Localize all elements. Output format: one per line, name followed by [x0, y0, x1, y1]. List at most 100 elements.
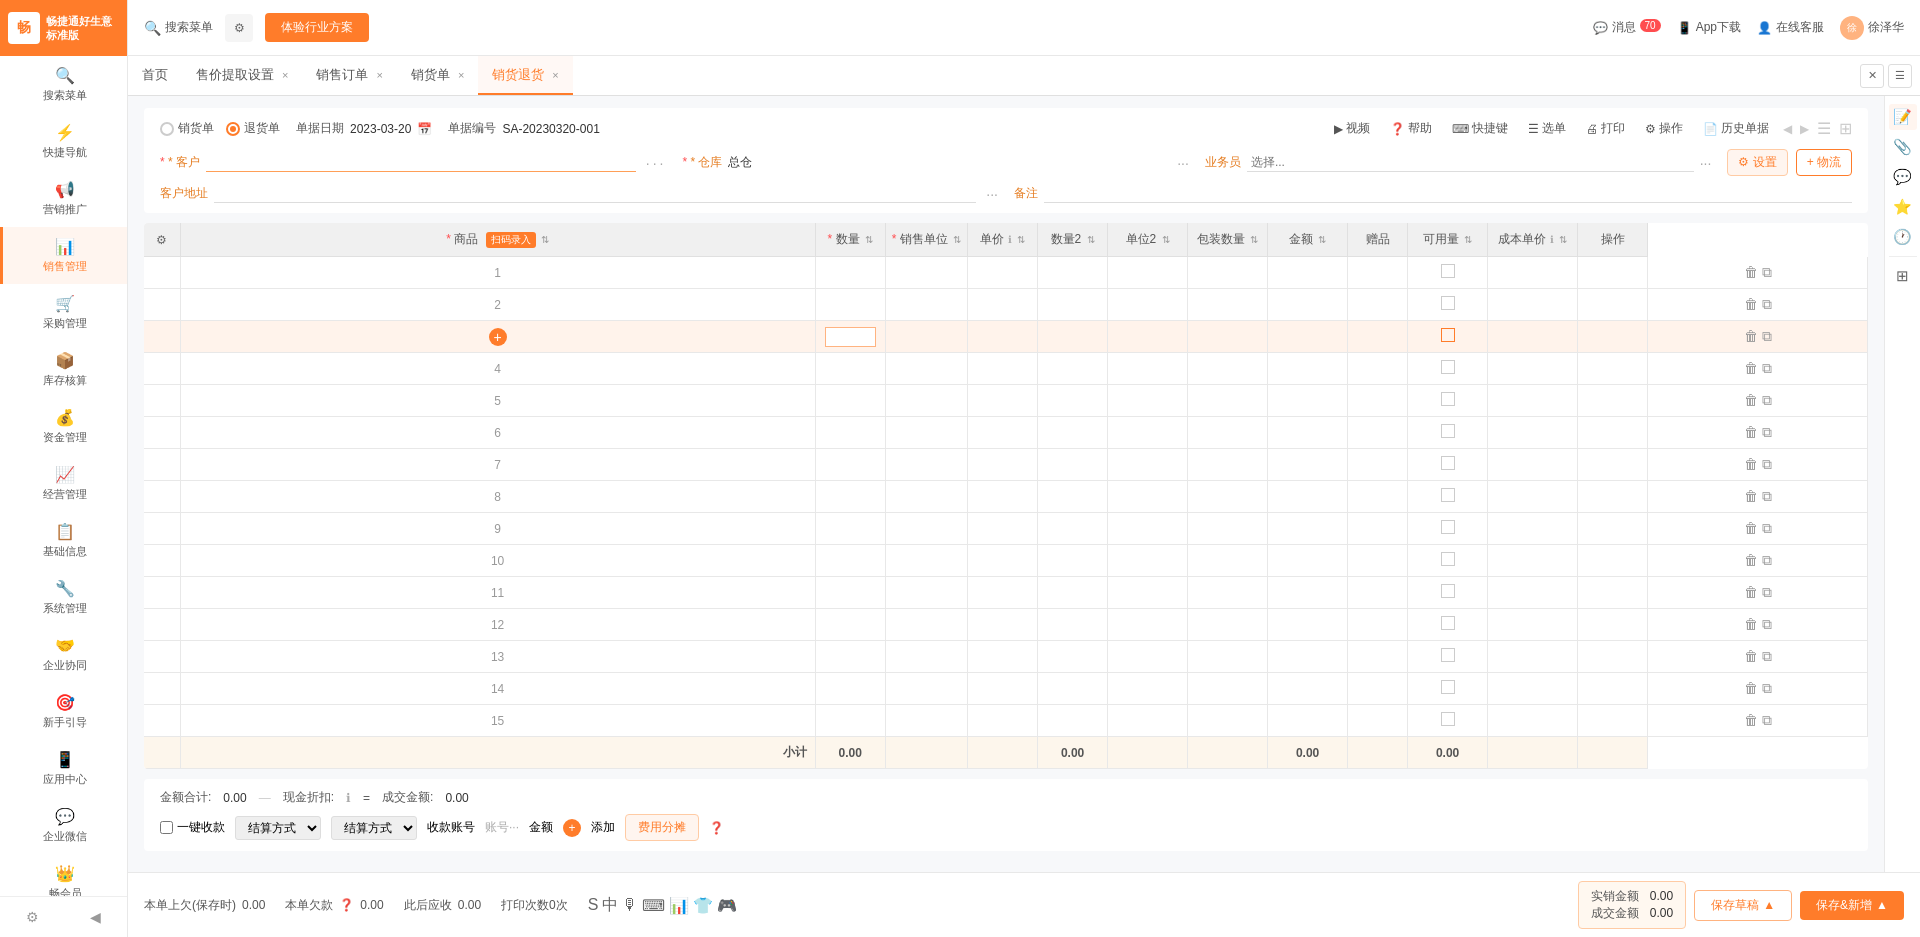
toolbar-icon-6[interactable]: 👕: [693, 896, 713, 915]
cost-cell[interactable]: [1578, 545, 1648, 577]
pack-cell[interactable]: [1268, 513, 1348, 545]
available-cell[interactable]: [1488, 705, 1578, 737]
sidebar-item-finance[interactable]: 💰 资金管理: [0, 398, 127, 455]
delete-row-btn[interactable]: 🗑: [1744, 328, 1758, 344]
search-menu-btn[interactable]: 🔍 搜索菜单: [144, 19, 213, 36]
rs-btn-attachment[interactable]: 📎: [1889, 134, 1917, 160]
qty2-cell[interactable]: [1108, 353, 1188, 385]
action-print[interactable]: 🖨 打印: [1580, 118, 1631, 139]
customer-dots-btn[interactable]: ···: [646, 155, 667, 171]
qty-cell[interactable]: [885, 705, 967, 737]
qty2-cell[interactable]: [1108, 641, 1188, 673]
tab-sale-price[interactable]: 售价提取设置 ×: [182, 56, 302, 95]
customer-service-btn[interactable]: 👤 在线客服: [1757, 19, 1824, 36]
qty-cell[interactable]: [885, 289, 967, 321]
cost-cell[interactable]: [1578, 321, 1648, 353]
delete-row-btn[interactable]: 🗑: [1744, 680, 1758, 696]
rs-btn-note[interactable]: 📝: [1889, 104, 1917, 130]
toolbar-icon-2[interactable]: 中: [602, 895, 618, 916]
amount-cell[interactable]: [1348, 609, 1408, 641]
price-cell[interactable]: [1038, 513, 1108, 545]
sidebar-item-guide[interactable]: 🎯 新手引导: [0, 683, 127, 740]
price-cell[interactable]: [1038, 705, 1108, 737]
pack-cell[interactable]: [1268, 609, 1348, 641]
qty2-cell[interactable]: [1108, 673, 1188, 705]
account-select-btn[interactable]: 账号···: [485, 819, 519, 836]
sidebar-item-apps[interactable]: 📱 应用中心: [0, 740, 127, 797]
product-cell[interactable]: [815, 417, 885, 449]
fee-help-icon[interactable]: ❓: [709, 821, 724, 835]
cost-sort-icon[interactable]: ⇅: [1559, 234, 1567, 245]
pack-cell[interactable]: [1268, 577, 1348, 609]
unit2-cell[interactable]: [1188, 449, 1268, 481]
unit-cell[interactable]: [968, 289, 1038, 321]
copy-row-btn[interactable]: ⧉: [1762, 296, 1772, 312]
save-draft-btn[interactable]: 保存草稿 ▲: [1694, 890, 1792, 921]
product-cell[interactable]: [815, 481, 885, 513]
unit2-cell[interactable]: [1188, 289, 1268, 321]
pack-cell[interactable]: [1268, 673, 1348, 705]
unit-cell[interactable]: [968, 609, 1038, 641]
price-cell[interactable]: [1038, 481, 1108, 513]
qty2-cell[interactable]: [1108, 417, 1188, 449]
action-select[interactable]: ☰ 选单: [1522, 118, 1572, 139]
action-operation[interactable]: ⚙ 操作: [1639, 118, 1689, 139]
pack-cell[interactable]: [1268, 641, 1348, 673]
copy-row-btn[interactable]: ⧉: [1762, 488, 1772, 504]
pack-cell[interactable]: [1268, 417, 1348, 449]
gift-cell[interactable]: [1408, 385, 1488, 417]
unit2-cell[interactable]: [1188, 353, 1268, 385]
radio-return-goods[interactable]: 退货单: [226, 120, 280, 137]
remark-input[interactable]: [1044, 184, 1852, 203]
gift-checkbox[interactable]: [1441, 584, 1455, 598]
cost-cell[interactable]: [1578, 353, 1648, 385]
unit-cell[interactable]: [968, 385, 1038, 417]
copy-row-btn[interactable]: ⧉: [1762, 680, 1772, 696]
pack-cell[interactable]: [1268, 289, 1348, 321]
delete-row-btn[interactable]: 🗑: [1744, 648, 1758, 664]
gift-cell[interactable]: [1408, 513, 1488, 545]
available-cell[interactable]: [1488, 481, 1578, 513]
col-header-settings[interactable]: ⚙: [144, 223, 180, 257]
scan-input-btn[interactable]: 扫码录入: [486, 232, 536, 248]
qty-cell[interactable]: [885, 577, 967, 609]
gift-checkbox[interactable]: [1441, 712, 1455, 726]
copy-row-btn[interactable]: ⧉: [1762, 456, 1772, 472]
sidebar-item-search[interactable]: 🔍 搜索菜单: [0, 56, 127, 113]
salesperson-dots-btn[interactable]: ···: [1700, 155, 1712, 171]
unit-cell[interactable]: [968, 641, 1038, 673]
unit2-cell[interactable]: [1188, 705, 1268, 737]
gift-checkbox[interactable]: [1441, 424, 1455, 438]
rs-btn-star[interactable]: ⭐: [1889, 194, 1917, 220]
product-cell[interactable]: [815, 257, 885, 289]
tabs-close-btn[interactable]: ✕: [1860, 64, 1884, 88]
available-cell[interactable]: [1488, 257, 1578, 289]
gift-checkbox[interactable]: [1441, 328, 1455, 342]
unit-cell[interactable]: [968, 545, 1038, 577]
unit-cell[interactable]: [968, 417, 1038, 449]
price-cell[interactable]: [1038, 257, 1108, 289]
qty2-cell[interactable]: [1108, 705, 1188, 737]
qty-cell[interactable]: [885, 321, 967, 353]
available-cell[interactable]: [1488, 289, 1578, 321]
qty2-cell[interactable]: [1108, 385, 1188, 417]
pack-cell[interactable]: [1268, 545, 1348, 577]
sidebar-item-system[interactable]: 🔧 系统管理: [0, 569, 127, 626]
price-sort-icon[interactable]: ⇅: [1017, 234, 1025, 245]
unit-cell[interactable]: [968, 257, 1038, 289]
cost-cell[interactable]: [1578, 481, 1648, 513]
gift-checkbox[interactable]: [1441, 456, 1455, 470]
pack-cell[interactable]: [1268, 449, 1348, 481]
qty-cell[interactable]: [885, 449, 967, 481]
available-cell[interactable]: [1488, 609, 1578, 641]
gift-cell[interactable]: [1408, 417, 1488, 449]
tab-sale-price-close[interactable]: ×: [282, 69, 288, 81]
amount-cell[interactable]: [1348, 257, 1408, 289]
qty-cell[interactable]: [885, 353, 967, 385]
delete-row-btn[interactable]: 🗑: [1744, 712, 1758, 728]
qty2-cell[interactable]: [1108, 577, 1188, 609]
tab-sale-order-close[interactable]: ×: [376, 69, 382, 81]
delete-row-btn[interactable]: 🗑: [1744, 392, 1758, 408]
cost-cell[interactable]: [1578, 257, 1648, 289]
available-cell[interactable]: [1488, 417, 1578, 449]
